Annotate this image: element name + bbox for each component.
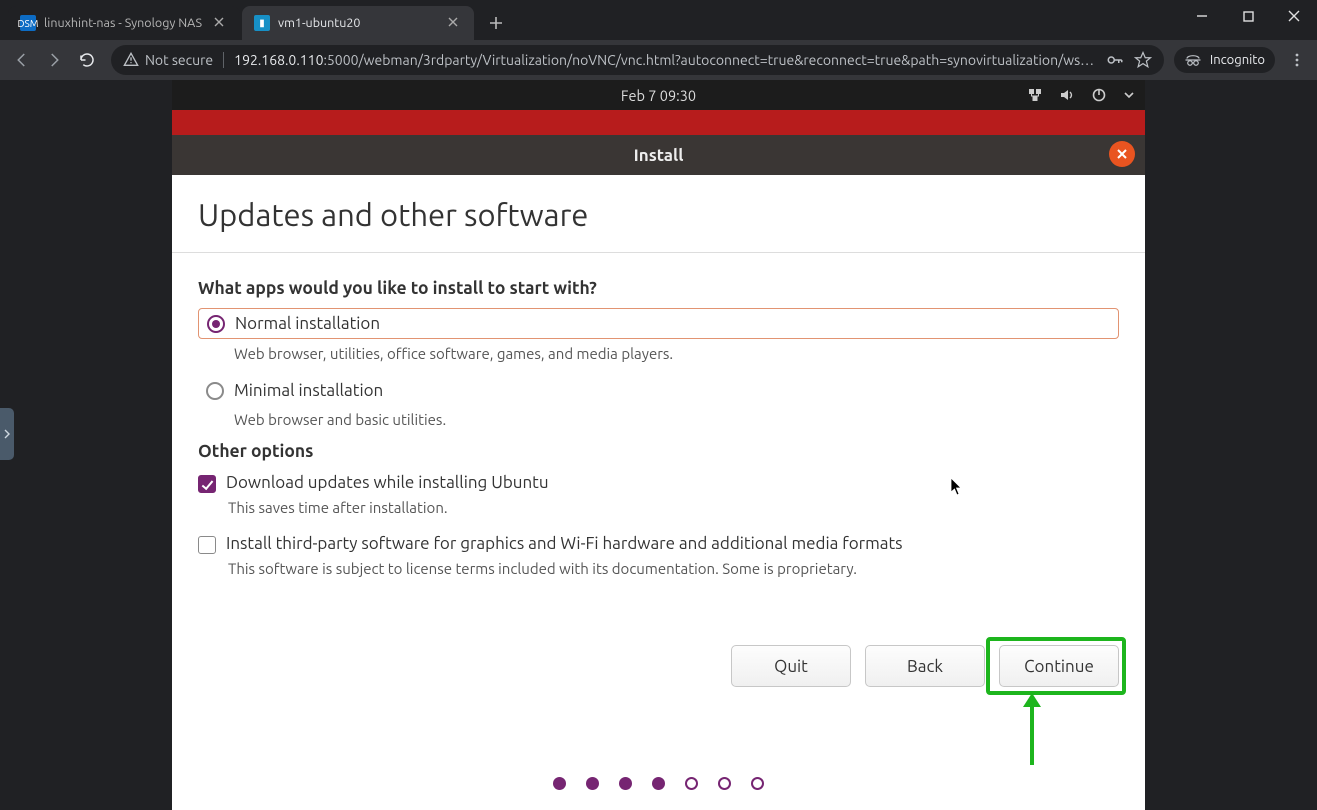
nav-reload-button[interactable] [73,44,101,76]
checkbox-label: Download updates while installing Ubuntu [226,473,549,492]
checkbox-label: Install third-party software for graphic… [226,534,903,553]
other-options-heading: Other options [198,442,1119,461]
incognito-icon [1184,51,1202,69]
window-maximize-button[interactable] [1225,0,1271,32]
progress-dot [718,777,731,790]
bookmark-star-icon[interactable] [1134,51,1152,69]
chevron-down-icon [1123,89,1135,101]
tab-title: vm1-ubuntu20 [278,16,440,30]
incognito-label: Incognito [1210,53,1265,67]
novnc-panel-handle[interactable] [0,408,14,460]
system-status-area[interactable] [1027,80,1135,110]
page-title: Updates and other software [198,197,1119,232]
site-security-button[interactable]: Not secure [123,52,213,68]
window-title: Install [634,146,684,165]
progress-dot [652,777,665,790]
progress-dot [586,777,599,790]
radio-icon [206,382,224,400]
gnome-top-bar: Feb 7 09:30 [172,80,1145,110]
nav-forward-button[interactable] [40,44,68,76]
button-row: Quit Back Continue [731,645,1119,687]
back-button[interactable]: Back [865,645,985,687]
password-key-icon[interactable] [1106,51,1124,69]
checkbox-third-party[interactable]: Install third-party software for graphic… [198,534,1119,554]
toolbar-right: Incognito [1174,47,1309,73]
progress-dot [619,777,632,790]
chrome-menu-icon[interactable] [1289,52,1305,68]
option-description: Web browser and basic utilities. [234,411,1119,428]
close-icon[interactable] [448,16,462,30]
progress-dots [172,777,1145,790]
continue-button[interactable]: Continue [999,645,1119,687]
checkbox-icon [198,475,216,493]
radio-normal-installation[interactable]: Normal installation [198,308,1119,339]
installer-titlebar: Install [172,135,1145,175]
window-minimize-button[interactable] [1179,0,1225,32]
address-bar[interactable]: Not secure 192.168.0.110:5000/webman/3rd… [111,45,1164,75]
window-close-button[interactable] [1271,0,1317,32]
browser-toolbar: Not secure 192.168.0.110:5000/webman/3rd… [0,40,1317,80]
tab-vm1-ubuntu20[interactable]: ▮ vm1-ubuntu20 [242,6,474,40]
incognito-indicator[interactable]: Incognito [1174,47,1275,73]
window-controls [1179,0,1317,40]
question-heading: What apps would you like to install to s… [198,279,1119,298]
url-text: 192.168.0.110:5000/webman/3rdparty/Virtu… [234,52,1096,68]
radio-minimal-installation[interactable]: Minimal installation [198,376,1119,405]
nav-back-button[interactable] [8,44,36,76]
tab-title: linuxhint-nas - Synology NAS [44,16,206,30]
favicon-vm-icon: ▮ [254,15,270,31]
divider [172,252,1145,253]
checkbox-description: This software is subject to license term… [228,560,1119,577]
security-label: Not secure [145,52,213,68]
browser-tabstrip: DSM linuxhint-nas - Synology NAS ▮ vm1-u… [0,0,1317,40]
divider [223,52,224,68]
radio-icon [207,315,225,333]
installer-body: Updates and other software What apps wou… [172,175,1145,810]
new-tab-button[interactable] [482,9,510,37]
clock[interactable]: Feb 7 09:30 [621,87,696,104]
network-icon [1027,87,1043,103]
progress-dot [685,777,698,790]
quit-button[interactable]: Quit [731,645,851,687]
volume-icon [1059,87,1075,103]
progress-dot [751,777,764,790]
radio-label: Minimal installation [234,381,383,400]
power-icon [1091,87,1107,103]
checkbox-download-updates[interactable]: Download updates while installing Ubuntu [198,473,1119,493]
checkbox-icon [198,536,216,554]
tab-synology[interactable]: DSM linuxhint-nas - Synology NAS [8,6,240,40]
checkbox-description: This saves time after installation. [228,499,1119,516]
option-description: Web browser, utilities, office software,… [234,345,1119,362]
progress-dot [553,777,566,790]
radio-label: Normal installation [235,314,380,333]
annotation-arrow [1030,705,1034,765]
window-close-button[interactable] [1109,141,1135,167]
desktop-background-strip [172,110,1145,135]
vm-viewport: Feb 7 09:30 Install Updates and other so… [172,80,1145,810]
close-icon[interactable] [214,16,228,30]
favicon-dsm-icon: DSM [20,15,36,31]
